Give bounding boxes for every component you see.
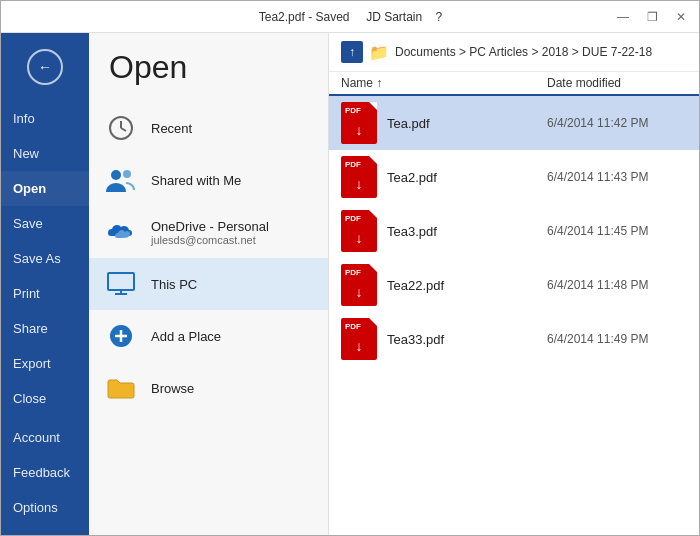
close-button[interactable]: ✕: [671, 8, 691, 26]
pdf-icon: PDF↓: [341, 318, 377, 360]
location-recent[interactable]: Recent: [89, 102, 328, 154]
right-panel: ↑ 📁 Documents > PC Articles > 2018 > DUE…: [329, 33, 699, 536]
plus-icon: [105, 320, 137, 352]
nav-item-save-as[interactable]: Save As: [1, 241, 89, 276]
title-bar-controls: — ❐ ✕: [612, 8, 691, 26]
file-name: Tea3.pdf: [387, 224, 537, 239]
pdf-icon: PDF↓: [341, 102, 377, 144]
app-body: ← Info New Open Save Save As Print Share…: [1, 33, 699, 536]
onedrive-label: OneDrive - Personal: [151, 219, 269, 234]
col-date-header[interactable]: Date modified: [547, 76, 687, 90]
svg-line-2: [121, 128, 126, 131]
file-row[interactable]: PDF↓ Tea33.pdf 6/4/2014 11:49 PM: [329, 312, 699, 366]
left-nav: ← Info New Open Save Save As Print Share…: [1, 33, 89, 536]
nav-item-export[interactable]: Export: [1, 346, 89, 381]
file-date: 6/4/2014 11:48 PM: [547, 278, 687, 292]
onedrive-icon: [105, 216, 137, 248]
file-date: 6/4/2014 11:49 PM: [547, 332, 687, 346]
pdf-icon: PDF↓: [341, 210, 377, 252]
pdf-icon: PDF↓: [341, 156, 377, 198]
breadcrumb-path: Documents > PC Articles > 2018 > DUE 7-2…: [395, 45, 652, 59]
thispc-label: This PC: [151, 277, 197, 292]
breadcrumb-folder-icon: 📁: [369, 43, 389, 62]
location-browse[interactable]: Browse: [89, 362, 328, 414]
nav-item-save[interactable]: Save: [1, 206, 89, 241]
nav-item-feedback[interactable]: Feedback: [1, 455, 89, 490]
title-bar: Tea2.pdf - Saved JD Sartain ? — ❐ ✕: [1, 1, 699, 33]
file-list: PDF↓ Tea.pdf 6/4/2014 11:42 PM PDF↓ Tea2.pdf…: [329, 96, 699, 536]
panel-title: Open: [89, 41, 328, 102]
middle-panel: Open Recent Shared w: [89, 33, 329, 536]
file-list-header: Name ↑ Date modified: [329, 72, 699, 96]
file-row[interactable]: PDF↓ Tea.pdf 6/4/2014 11:42 PM: [329, 96, 699, 150]
nav-item-open[interactable]: Open: [1, 171, 89, 206]
file-date: 6/4/2014 11:43 PM: [547, 170, 687, 184]
back-icon: ←: [38, 59, 52, 75]
location-thispc[interactable]: This PC: [89, 258, 328, 310]
svg-rect-5: [108, 273, 134, 290]
file-row[interactable]: PDF↓ Tea3.pdf 6/4/2014 11:45 PM: [329, 204, 699, 258]
breadcrumb-bar: ↑ 📁 Documents > PC Articles > 2018 > DUE…: [329, 33, 699, 72]
svg-point-4: [123, 170, 131, 178]
nav-item-info[interactable]: Info: [1, 101, 89, 136]
file-name: Tea33.pdf: [387, 332, 537, 347]
nav-item-options[interactable]: Options: [1, 490, 89, 525]
file-row[interactable]: PDF↓ Tea22.pdf 6/4/2014 11:48 PM: [329, 258, 699, 312]
clock-icon: [105, 112, 137, 144]
svg-point-3: [111, 170, 121, 180]
up-arrow-icon: ↑: [349, 45, 355, 59]
file-name: Tea22.pdf: [387, 278, 537, 293]
location-recent-label: Recent: [151, 121, 192, 136]
pdf-icon: PDF↓: [341, 264, 377, 306]
nav-item-new[interactable]: New: [1, 136, 89, 171]
file-name: Tea2.pdf: [387, 170, 537, 185]
location-onedrive[interactable]: OneDrive - Personal julesds@comcast.net: [89, 206, 328, 258]
file-name: Tea.pdf: [387, 116, 537, 131]
location-addplace[interactable]: Add a Place: [89, 310, 328, 362]
minimize-button[interactable]: —: [612, 8, 634, 26]
nav-item-share[interactable]: Share: [1, 311, 89, 346]
people-icon: [105, 164, 137, 196]
title-bar-text: Tea2.pdf - Saved JD Sartain ?: [89, 10, 612, 24]
location-shared[interactable]: Shared with Me: [89, 154, 328, 206]
location-shared-label: Shared with Me: [151, 173, 241, 188]
back-button[interactable]: ←: [27, 49, 63, 85]
monitor-icon: [105, 268, 137, 300]
col-name-header[interactable]: Name ↑: [341, 76, 547, 90]
restore-button[interactable]: ❐: [642, 8, 663, 26]
nav-item-account[interactable]: Account: [1, 420, 89, 455]
nav-item-print[interactable]: Print: [1, 276, 89, 311]
addplace-label: Add a Place: [151, 329, 221, 344]
onedrive-sublabel: julesds@comcast.net: [151, 234, 269, 246]
file-date: 6/4/2014 11:45 PM: [547, 224, 687, 238]
file-date: 6/4/2014 11:42 PM: [547, 116, 687, 130]
nav-item-close[interactable]: Close: [1, 381, 89, 416]
breadcrumb-up-button[interactable]: ↑: [341, 41, 363, 63]
browse-label: Browse: [151, 381, 194, 396]
folder-icon: [105, 372, 137, 404]
file-row[interactable]: PDF↓ Tea2.pdf 6/4/2014 11:43 PM: [329, 150, 699, 204]
